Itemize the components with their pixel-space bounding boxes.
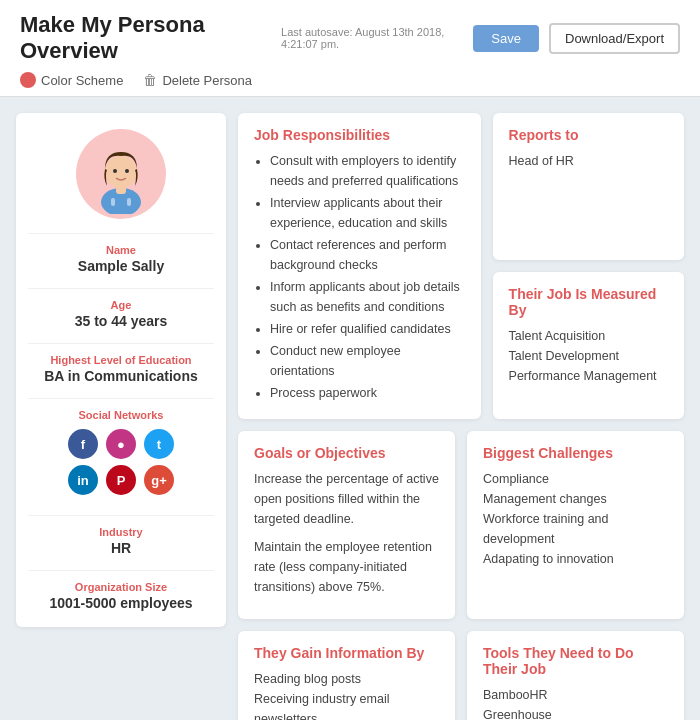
grid-row-2: Goals or Objectives Increase the percent… [238, 431, 684, 619]
goals-card: Goals or Objectives Increase the percent… [238, 431, 455, 619]
name-value: Sample Sally [28, 258, 214, 274]
list-item: Maintain the employee retention rate (le… [254, 537, 439, 597]
social-icons-row-2: in P g+ [28, 465, 214, 495]
trash-icon: 🗑 [143, 72, 157, 88]
right-column-1: Reports to Head of HR Their Job Is Measu… [493, 113, 684, 419]
job-responsibilities-title: Job Responsibilities [254, 127, 465, 143]
svg-point-5 [125, 169, 129, 173]
age-label: Age [28, 299, 214, 311]
gain-info-title: They Gain Information By [254, 645, 439, 661]
svg-point-4 [113, 169, 117, 173]
linkedin-icon[interactable]: in [68, 465, 98, 495]
main-content: Name Sample Sally Age 35 to 44 years Hig… [0, 97, 700, 720]
delete-persona-label: Delete Persona [162, 73, 252, 88]
header-right: Last autosave: August 13th 2018, 4:21:07… [281, 23, 680, 54]
download-button[interactable]: Download/Export [549, 23, 680, 54]
tools-card: Tools They Need to Do Their Job BambooHR… [467, 631, 684, 720]
measured-by-list: Talent AcquisitionTalent DevelopmentPerf… [509, 326, 668, 386]
social-networks-section: Social Networks f ● t in P g+ [28, 398, 214, 501]
reports-to-card: Reports to Head of HR [493, 113, 684, 260]
autosave-text: Last autosave: August 13th 2018, 4:21:07… [281, 26, 463, 50]
list-item: Performance Management [509, 366, 668, 386]
color-scheme-button[interactable]: Color Scheme [20, 72, 123, 88]
list-item: Greenhouse [483, 705, 668, 720]
name-label: Name [28, 244, 214, 256]
instagram-icon[interactable]: ● [106, 429, 136, 459]
org-size-value: 1001-5000 employees [28, 595, 214, 611]
list-item: BambooHR [483, 685, 668, 705]
sidebar-card: Name Sample Sally Age 35 to 44 years Hig… [16, 113, 226, 627]
right-grid: Job Responsibilities Consult with employ… [238, 113, 684, 720]
name-section: Name Sample Sally [28, 233, 214, 274]
tools-title: Tools They Need to Do Their Job [483, 645, 668, 677]
reports-to-title: Reports to [509, 127, 668, 143]
social-label: Social Networks [28, 409, 214, 421]
education-value: BA in Communications [28, 368, 214, 384]
googleplus-icon[interactable]: g+ [144, 465, 174, 495]
biggest-challenges-content: ComplianceManagement changesWorkforce tr… [483, 469, 668, 569]
biggest-challenges-title: Biggest Challenges [483, 445, 668, 461]
org-size-label: Organization Size [28, 581, 214, 593]
svg-point-3 [105, 156, 137, 188]
list-item: Inform applicants about job details such… [270, 277, 465, 317]
tools-content: BambooHRGreenhouseSlackTrello [483, 685, 668, 720]
age-section: Age 35 to 44 years [28, 288, 214, 329]
list-item: Compliance [483, 469, 668, 489]
goals-title: Goals or Objectives [254, 445, 439, 461]
list-item: Consult with employers to identify needs… [270, 151, 465, 191]
page-title: Make My Persona Overview [20, 12, 281, 64]
save-button[interactable]: Save [473, 25, 539, 52]
list-item: Talent Development [509, 346, 668, 366]
header: Make My Persona Overview Last autosave: … [0, 0, 700, 97]
measured-by-content: Talent AcquisitionTalent DevelopmentPerf… [509, 326, 668, 386]
list-item: Increase the percentage of active open p… [254, 469, 439, 529]
reports-to-value: Head of HR [509, 151, 668, 171]
delete-persona-button[interactable]: 🗑 Delete Persona [143, 72, 252, 88]
education-section: Highest Level of Education BA in Communi… [28, 343, 214, 384]
age-value: 35 to 44 years [28, 313, 214, 329]
list-item: Interview applicants about their experie… [270, 193, 465, 233]
industry-section: Industry HR [28, 515, 214, 556]
measured-by-title: Their Job Is Measured By [509, 286, 668, 318]
education-label: Highest Level of Education [28, 354, 214, 366]
job-responsibilities-content: Consult with employers to identify needs… [254, 151, 465, 403]
color-scheme-label: Color Scheme [41, 73, 123, 88]
list-item: Management changes [483, 489, 668, 509]
list-item: Reading blog posts [254, 669, 439, 689]
job-responsibilities-card: Job Responsibilities Consult with employ… [238, 113, 481, 419]
social-icons-row-1: f ● t [28, 429, 214, 459]
toolbar: Color Scheme 🗑 Delete Persona [20, 72, 680, 88]
grid-row-1: Job Responsibilities Consult with employ… [238, 113, 684, 419]
svg-rect-6 [111, 198, 115, 206]
header-top: Make My Persona Overview Last autosave: … [20, 12, 680, 64]
gain-info-card: They Gain Information By Reading blog po… [238, 631, 455, 720]
org-size-section: Organization Size 1001-5000 employees [28, 570, 214, 611]
measured-by-card: Their Job Is Measured By Talent Acquisit… [493, 272, 684, 419]
industry-value: HR [28, 540, 214, 556]
grid-row-3: They Gain Information By Reading blog po… [238, 631, 684, 720]
list-item: Contact references and perform backgroun… [270, 235, 465, 275]
list-item: Hire or refer qualified candidates [270, 319, 465, 339]
goals-content: Increase the percentage of active open p… [254, 469, 439, 597]
list-item: Adapating to innovation [483, 549, 668, 569]
facebook-icon[interactable]: f [68, 429, 98, 459]
color-scheme-icon [20, 72, 36, 88]
svg-rect-7 [127, 198, 131, 206]
list-item: Conduct new employee orientations [270, 341, 465, 381]
biggest-challenges-card: Biggest Challenges ComplianceManagement … [467, 431, 684, 619]
list-item: Talent Acquisition [509, 326, 668, 346]
avatar [76, 129, 166, 219]
gain-info-content: Reading blog postsReceiving industry ema… [254, 669, 439, 720]
list-item: Workforce training and development [483, 509, 668, 549]
avatar-svg [81, 134, 161, 214]
pinterest-icon[interactable]: P [106, 465, 136, 495]
twitter-icon[interactable]: t [144, 429, 174, 459]
job-responsibilities-list: Consult with employers to identify needs… [254, 151, 465, 403]
industry-label: Industry [28, 526, 214, 538]
list-item: Process paperwork [270, 383, 465, 403]
list-item: Receiving industry email newsletters [254, 689, 439, 720]
